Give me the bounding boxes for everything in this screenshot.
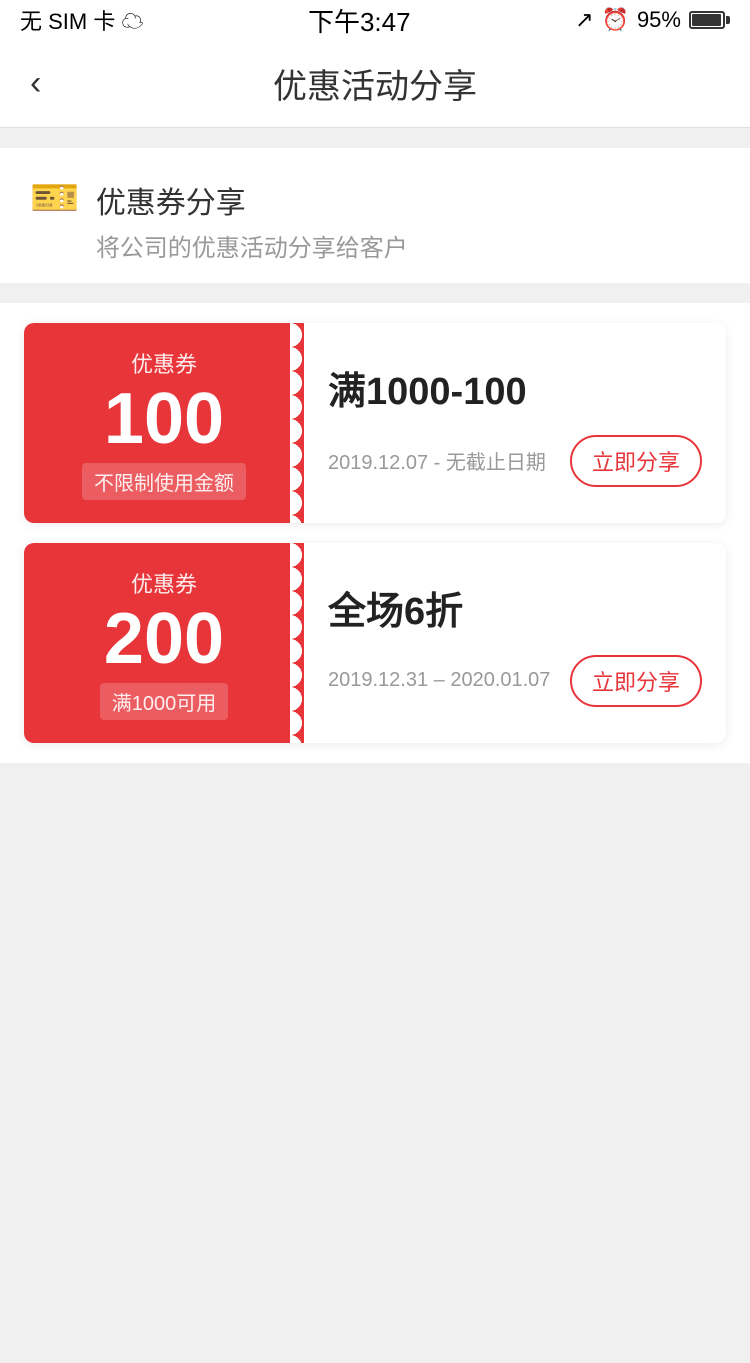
coupon-card-1: 优惠券 200 满1000可用 全场6折 2019.12.31 – 2020.0… (24, 543, 726, 743)
location-icon: ↗ (575, 7, 593, 33)
status-left: 无 SIM 卡 ☁ (20, 4, 143, 36)
battery-percent: 95% (637, 7, 681, 33)
page-title: 优惠活动分享 (273, 59, 477, 108)
section-title: 优惠券分享 (96, 178, 408, 222)
alarm-icon: ⏰ (602, 7, 629, 33)
coupon-list: 优惠券 100 不限制使用金额 满1000-100 2019.12.07 - 无… (0, 303, 750, 763)
back-button[interactable]: ‹ (30, 64, 41, 103)
coupon-right-1: 全场6折 2019.12.31 – 2020.01.07 立即分享 (304, 543, 726, 743)
section-icon: 🎫 (30, 178, 80, 218)
status-right: ↗ ⏰ 95% (575, 7, 730, 33)
coupon-label-0: 优惠券 (131, 347, 197, 379)
coupon-footer-1: 2019.12.31 – 2020.01.07 立即分享 (328, 655, 702, 707)
battery-icon (689, 11, 730, 29)
coupon-amount-1: 200 (104, 603, 224, 675)
coupon-share-btn-1[interactable]: 立即分享 (570, 655, 702, 707)
coupon-left-1: 优惠券 200 满1000可用 (24, 543, 304, 743)
coupon-condition-1: 满1000可用 (100, 683, 229, 720)
coupon-condition-0: 不限制使用金额 (82, 463, 246, 500)
coupon-date-1: 2019.12.31 – 2020.01.07 (328, 669, 560, 692)
coupon-share-btn-0[interactable]: 立即分享 (570, 435, 702, 487)
coupon-left-0: 优惠券 100 不限制使用金额 (24, 323, 304, 523)
coupon-footer-0: 2019.12.07 - 无截止日期 立即分享 (328, 435, 702, 487)
section-header: 🎫 优惠券分享 将公司的优惠活动分享给客户 (0, 148, 750, 283)
nav-bar: ‹ 优惠活动分享 (0, 40, 750, 128)
section-text: 优惠券分享 将公司的优惠活动分享给客户 (96, 178, 408, 263)
coupon-name-1: 全场6折 (328, 580, 702, 635)
coupon-right-0: 满1000-100 2019.12.07 - 无截止日期 立即分享 (304, 323, 726, 523)
section-subtitle: 将公司的优惠活动分享给客户 (96, 228, 408, 263)
status-time: 下午3:47 (308, 2, 411, 39)
coupon-date-0: 2019.12.07 - 无截止日期 (328, 446, 560, 475)
sim-text: 无 SIM 卡 ☁ (20, 4, 143, 36)
coupon-amount-0: 100 (104, 383, 224, 455)
bottom-area (0, 763, 750, 1363)
coupon-name-0: 满1000-100 (328, 360, 702, 415)
coupon-card-0: 优惠券 100 不限制使用金额 满1000-100 2019.12.07 - 无… (24, 323, 726, 523)
coupon-label-1: 优惠券 (131, 567, 197, 599)
status-bar: 无 SIM 卡 ☁ 下午3:47 ↗ ⏰ 95% (0, 0, 750, 40)
